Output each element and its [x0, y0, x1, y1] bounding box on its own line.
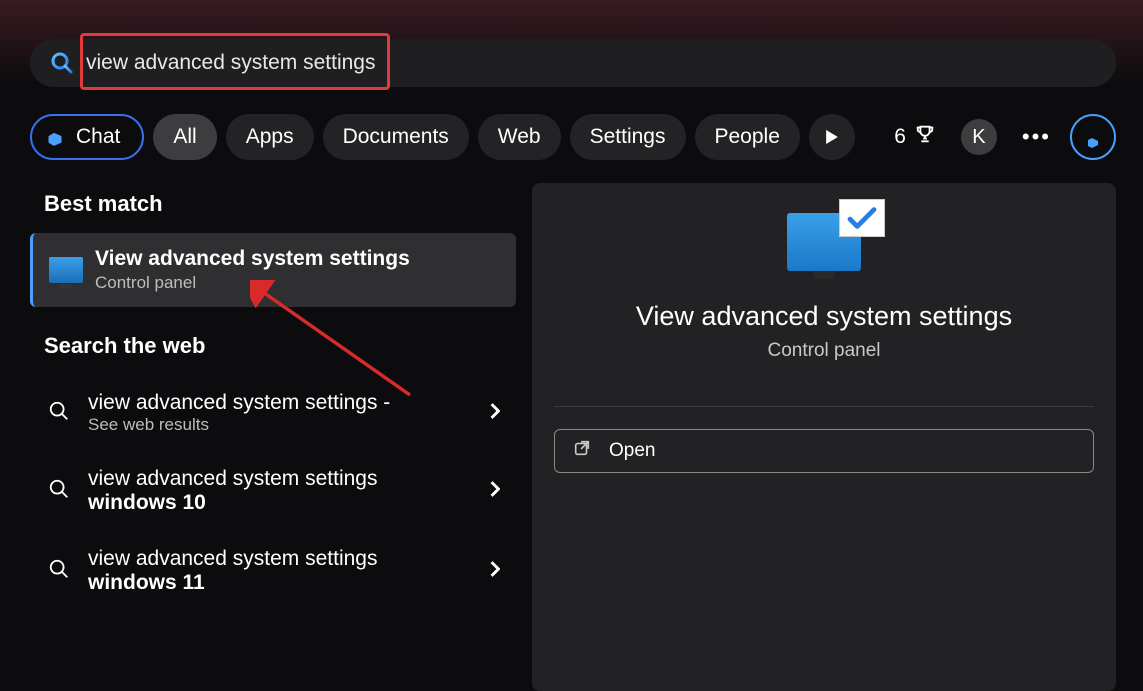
- filter-all[interactable]: All: [153, 114, 216, 160]
- filter-apps[interactable]: Apps: [226, 114, 314, 160]
- rewards-counter[interactable]: 6: [894, 123, 936, 151]
- filter-web[interactable]: Web: [478, 114, 561, 160]
- open-label: Open: [609, 440, 655, 462]
- bing-button[interactable]: [1070, 114, 1116, 160]
- best-match-header: Best match: [30, 183, 516, 233]
- search-icon: [46, 558, 72, 585]
- chevron-right-icon: [490, 561, 500, 582]
- web-result-line2: windows 11: [88, 571, 474, 595]
- search-icon: [50, 51, 74, 75]
- results-list: Best match View advanced system settings…: [30, 183, 516, 691]
- divider: [554, 406, 1094, 407]
- best-match-title: View advanced system settings: [95, 247, 410, 271]
- search-icon: [46, 400, 72, 427]
- details-subtitle: Control panel: [767, 340, 880, 362]
- web-result-line2: See web results: [88, 415, 474, 435]
- filter-settings[interactable]: Settings: [570, 114, 686, 160]
- filter-label: Documents: [343, 125, 449, 149]
- checkmark-badge-icon: [839, 199, 885, 237]
- search-bar[interactable]: [30, 39, 1116, 87]
- details-icon: [787, 213, 861, 279]
- web-result-line1: view advanced system settings -: [88, 391, 474, 415]
- profile-letter: K: [972, 126, 985, 149]
- search-input[interactable]: [86, 51, 1096, 75]
- details-title: View advanced system settings: [636, 301, 1012, 332]
- more-options[interactable]: •••: [1022, 124, 1051, 150]
- bing-icon: [1081, 125, 1105, 149]
- play-icon: [825, 130, 839, 144]
- filter-label: Apps: [246, 125, 294, 149]
- ellipsis-icon: •••: [1022, 124, 1051, 149]
- web-result-item[interactable]: view advanced system settings - See web …: [30, 375, 516, 451]
- filter-label: Settings: [590, 125, 666, 149]
- best-match-item[interactable]: View advanced system settings Control pa…: [30, 233, 516, 307]
- open-button[interactable]: Open: [554, 429, 1094, 473]
- best-match-subtitle: Control panel: [95, 273, 410, 293]
- web-result-line2: windows 10: [88, 491, 474, 515]
- results-panels: Best match View advanced system settings…: [30, 183, 1116, 691]
- chevron-right-icon: [490, 403, 500, 424]
- filter-label: Chat: [76, 125, 120, 149]
- search-icon: [46, 478, 72, 505]
- filter-chat[interactable]: Chat: [30, 114, 144, 160]
- filter-scroll-right[interactable]: [809, 114, 855, 160]
- filter-label: Web: [498, 125, 541, 149]
- details-panel: View advanced system settings Control pa…: [532, 183, 1116, 691]
- filter-documents[interactable]: Documents: [323, 114, 469, 160]
- control-panel-monitor-icon: [49, 257, 83, 283]
- search-web-header: Search the web: [30, 325, 516, 375]
- filter-people[interactable]: People: [695, 114, 800, 160]
- filter-label: All: [173, 125, 196, 149]
- filter-label: People: [715, 125, 780, 149]
- chevron-right-icon: [490, 481, 500, 502]
- filter-row: Chat All Apps Documents Web Settings Peo…: [30, 112, 1116, 162]
- rewards-count: 6: [894, 125, 906, 149]
- profile-avatar[interactable]: K: [961, 119, 997, 155]
- web-result-item[interactable]: view advanced system settings windows 11: [30, 531, 516, 611]
- web-result-line1: view advanced system settings: [88, 467, 474, 491]
- web-result-item[interactable]: view advanced system settings windows 10: [30, 451, 516, 531]
- trophy-icon: [914, 123, 936, 151]
- open-external-icon: [573, 439, 591, 463]
- web-result-line1: view advanced system settings: [88, 547, 474, 571]
- bing-chat-icon: [42, 121, 68, 153]
